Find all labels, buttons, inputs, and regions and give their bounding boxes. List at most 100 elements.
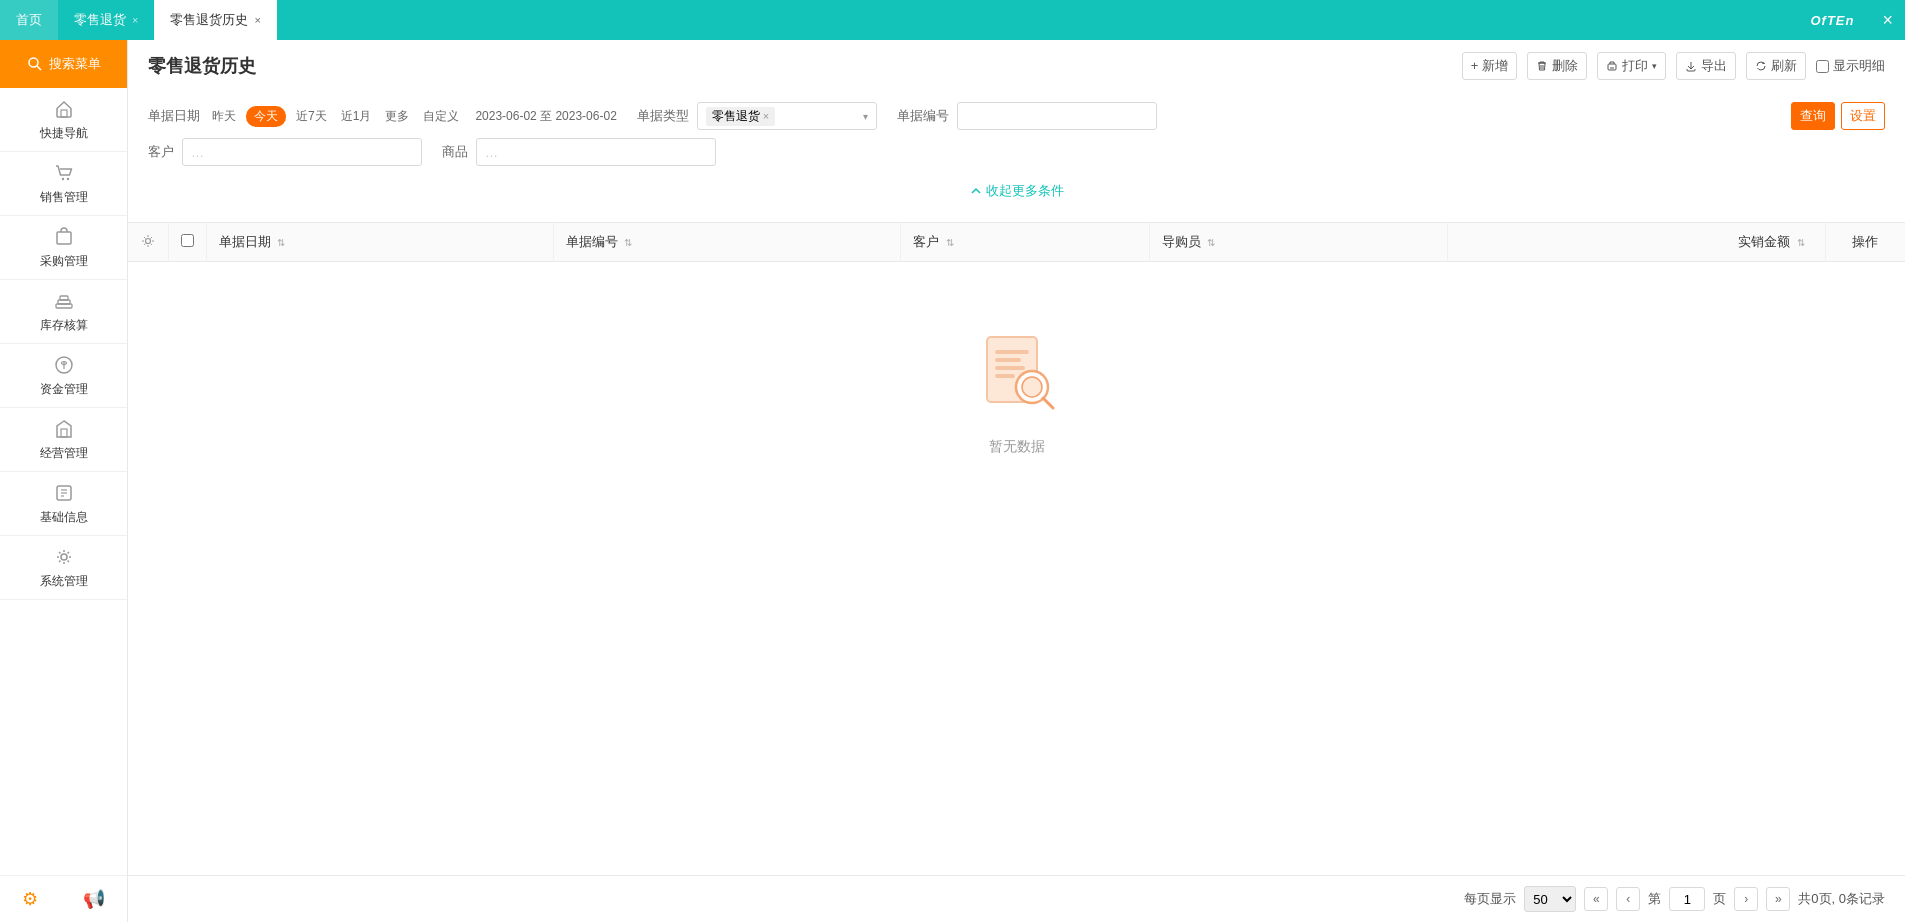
query-settings-group: 查询 设置 bbox=[1791, 102, 1885, 130]
page-input-prefix: 第 bbox=[1648, 890, 1661, 908]
empty-state: 暂无数据 bbox=[128, 262, 1905, 516]
tab-home-label: 首页 bbox=[16, 11, 42, 29]
customer-select[interactable]: … bbox=[182, 138, 422, 166]
tab-home[interactable]: 首页 bbox=[0, 0, 58, 40]
goods-label: 商品 bbox=[442, 143, 468, 161]
close-retail-return-history-tab[interactable]: × bbox=[254, 14, 260, 26]
sort-doc-num-icon[interactable]: ⇅ bbox=[624, 237, 632, 248]
svg-rect-21 bbox=[995, 366, 1025, 370]
doc-num-input[interactable] bbox=[957, 102, 1157, 130]
select-all-checkbox[interactable] bbox=[181, 234, 194, 247]
customer-placeholder: … bbox=[191, 145, 204, 160]
doc-type-select[interactable]: 零售退货 × ▾ bbox=[697, 102, 877, 130]
speaker-icon[interactable]: 📢 bbox=[83, 888, 105, 910]
date-range-display: 2023-06-02 至 2023-06-02 bbox=[475, 108, 616, 125]
refresh-button[interactable]: 刷新 bbox=[1746, 52, 1806, 80]
data-table: 单据日期 ⇅ 单据编号 ⇅ 客户 ⇅ bbox=[128, 223, 1905, 262]
sidebar-item-operations[interactable]: 经营管理 bbox=[0, 408, 127, 472]
svg-point-3 bbox=[61, 178, 63, 180]
display-detail-toggle[interactable]: 显示明细 bbox=[1816, 57, 1885, 75]
date-7days[interactable]: 近7天 bbox=[292, 106, 331, 127]
content-area: 零售退货历史 + 新增 删除 打印 ▾ 导出 bbox=[128, 40, 1905, 922]
first-page-button[interactable]: « bbox=[1584, 887, 1608, 911]
main-layout: 搜索菜单 快捷导航 销售管理 采购管理 库存核算 bbox=[0, 40, 1905, 922]
svg-line-1 bbox=[37, 66, 41, 70]
date-1month[interactable]: 近1月 bbox=[337, 106, 376, 127]
window-close-button[interactable]: × bbox=[1870, 10, 1905, 31]
th-doc-date: 单据日期 ⇅ bbox=[206, 223, 553, 262]
th-customer: 客户 ⇅ bbox=[901, 223, 1150, 262]
search-icon bbox=[27, 56, 43, 72]
purchase-icon bbox=[52, 225, 76, 249]
sidebar-item-quick-nav-label: 快捷导航 bbox=[40, 125, 88, 142]
export-button[interactable]: 导出 bbox=[1676, 52, 1736, 80]
sidebar-item-finance[interactable]: 资金管理 bbox=[0, 344, 127, 408]
sort-amount-icon[interactable]: ⇅ bbox=[1797, 237, 1805, 248]
query-button[interactable]: 查询 bbox=[1791, 102, 1835, 130]
settings-icon[interactable]: ⚙ bbox=[22, 888, 38, 910]
delete-icon bbox=[1536, 60, 1548, 72]
date-yesterday[interactable]: 昨天 bbox=[208, 106, 240, 127]
tab-retail-return[interactable]: 零售退货 × bbox=[58, 0, 154, 40]
page-input-suffix: 页 bbox=[1713, 890, 1726, 908]
sidebar-item-sales-mgmt[interactable]: 销售管理 bbox=[0, 152, 127, 216]
sidebar-item-operations-label: 经营管理 bbox=[40, 445, 88, 462]
sidebar-item-sales-label: 销售管理 bbox=[40, 189, 88, 206]
sidebar-item-basic-info[interactable]: 基础信息 bbox=[0, 472, 127, 536]
collapse-icon bbox=[970, 185, 982, 197]
page-number-input[interactable] bbox=[1669, 887, 1705, 911]
close-retail-return-tab[interactable]: × bbox=[132, 14, 138, 26]
collapse-row: 收起更多条件 bbox=[148, 174, 1885, 212]
sort-customer-icon[interactable]: ⇅ bbox=[946, 237, 954, 248]
doc-type-tag-value: 零售退货 bbox=[712, 108, 760, 125]
tab-retail-return-history-label: 零售退货历史 bbox=[170, 11, 248, 29]
sort-guide-icon[interactable]: ⇅ bbox=[1207, 237, 1215, 248]
display-detail-checkbox[interactable] bbox=[1816, 60, 1829, 73]
add-button[interactable]: + 新增 bbox=[1462, 52, 1517, 80]
sidebar-item-basic-info-label: 基础信息 bbox=[40, 509, 88, 526]
sort-doc-date-icon[interactable]: ⇅ bbox=[277, 237, 285, 248]
doc-num-label: 单据编号 bbox=[897, 107, 949, 125]
doc-type-tag-close[interactable]: × bbox=[763, 110, 769, 122]
goods-filter-group: 商品 … bbox=[442, 138, 716, 166]
svg-point-4 bbox=[66, 178, 68, 180]
sidebar-item-inventory[interactable]: 库存核算 bbox=[0, 280, 127, 344]
page-actions: + 新增 删除 打印 ▾ 导出 bbox=[1462, 52, 1885, 80]
prev-page-button[interactable]: ‹ bbox=[1616, 887, 1640, 911]
sidebar-item-inventory-label: 库存核算 bbox=[40, 317, 88, 334]
svg-line-25 bbox=[1043, 398, 1053, 408]
page-size-select[interactable]: 50 10 20 100 bbox=[1524, 886, 1576, 912]
empty-text: 暂无数据 bbox=[989, 438, 1045, 456]
date-custom[interactable]: 自定义 bbox=[419, 106, 463, 127]
doc-type-filter-group: 单据类型 零售退货 × ▾ bbox=[637, 102, 877, 130]
svg-point-17 bbox=[145, 238, 150, 243]
svg-point-0 bbox=[29, 58, 38, 67]
goods-select[interactable]: … bbox=[476, 138, 716, 166]
table-header-row: 单据日期 ⇅ 单据编号 ⇅ 客户 ⇅ bbox=[128, 223, 1905, 262]
sidebar-item-quick-nav[interactable]: 快捷导航 bbox=[0, 88, 127, 152]
sidebar-search[interactable]: 搜索菜单 bbox=[0, 40, 127, 88]
settings-button[interactable]: 设置 bbox=[1841, 102, 1885, 130]
th-doc-num: 单据编号 ⇅ bbox=[553, 223, 900, 262]
collapse-button[interactable]: 收起更多条件 bbox=[954, 178, 1080, 204]
print-button[interactable]: 打印 ▾ bbox=[1597, 52, 1666, 80]
customer-label: 客户 bbox=[148, 143, 174, 161]
date-today[interactable]: 今天 bbox=[246, 106, 286, 127]
delete-button[interactable]: 删除 bbox=[1527, 52, 1587, 80]
sidebar-search-label: 搜索菜单 bbox=[49, 55, 101, 73]
sidebar-item-purchase-mgmt[interactable]: 采购管理 bbox=[0, 216, 127, 280]
total-label: 共0页, 0条记录 bbox=[1798, 890, 1885, 908]
doc-type-arrow: ▾ bbox=[863, 111, 868, 122]
th-actions: 操作 bbox=[1825, 223, 1905, 262]
last-page-button[interactable]: » bbox=[1766, 887, 1790, 911]
column-settings-icon[interactable] bbox=[141, 234, 155, 248]
tab-retail-return-history[interactable]: 零售退货历史 × bbox=[154, 0, 276, 40]
date-more[interactable]: 更多 bbox=[381, 106, 413, 127]
next-page-button[interactable]: › bbox=[1734, 887, 1758, 911]
page-size-label: 每页显示 bbox=[1464, 890, 1516, 908]
sidebar-item-system[interactable]: 系统管理 bbox=[0, 536, 127, 600]
brand-text: OfTEn bbox=[1810, 13, 1854, 28]
svg-rect-22 bbox=[995, 374, 1015, 378]
sidebar-item-purchase-label: 采购管理 bbox=[40, 253, 88, 270]
svg-rect-16 bbox=[1608, 64, 1616, 70]
